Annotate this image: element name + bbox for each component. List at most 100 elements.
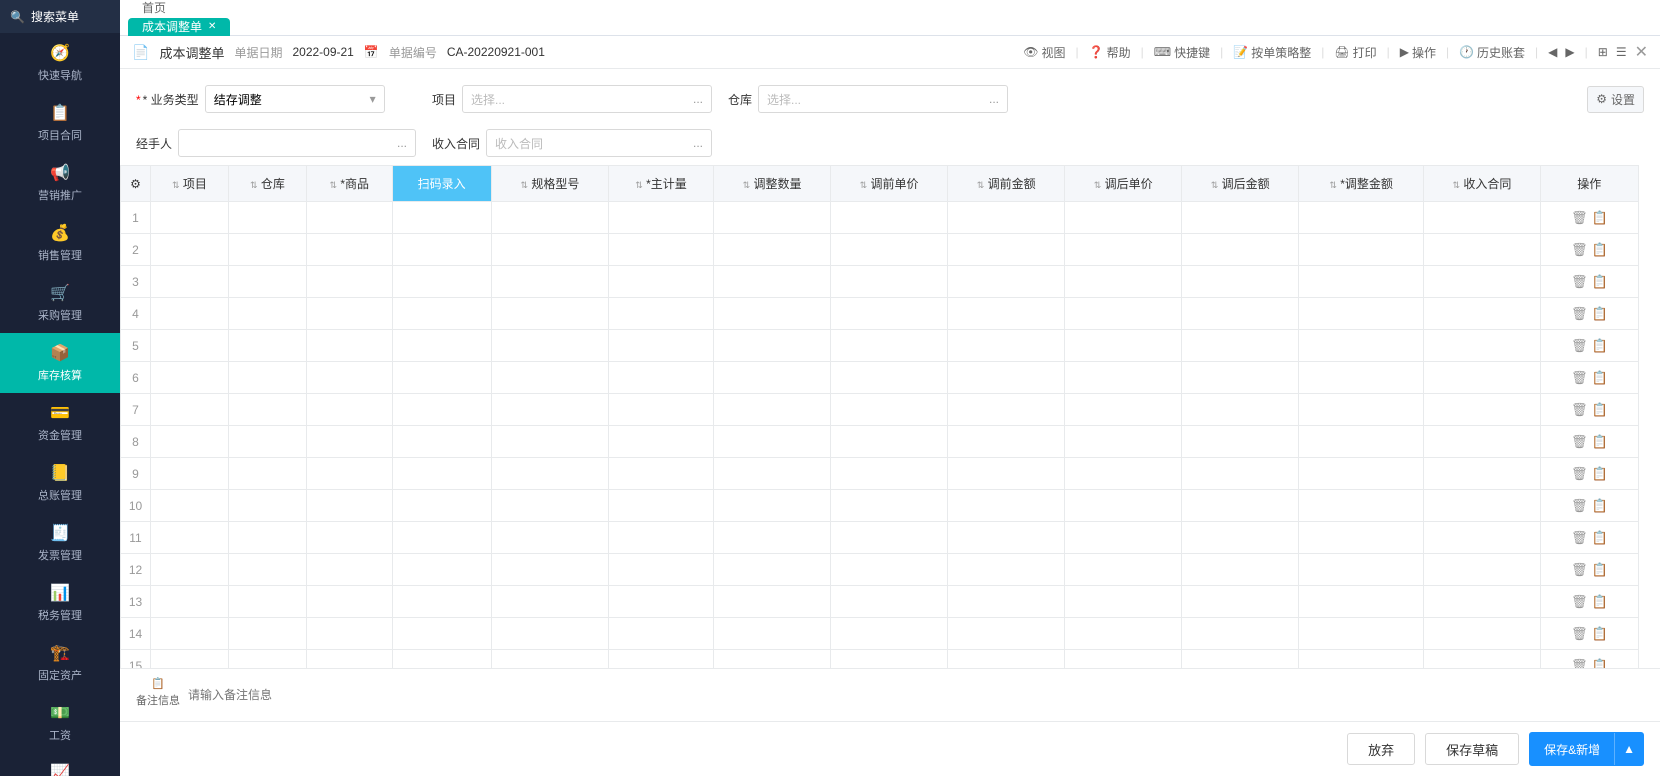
cell-spec[interactable]: [491, 650, 608, 669]
cell-after-price[interactable]: [1065, 298, 1182, 330]
cell-adjust-amount[interactable]: [1299, 234, 1424, 266]
copy-icon[interactable]: 📋: [1591, 242, 1607, 258]
cell-adjust-amount[interactable]: [1299, 394, 1424, 426]
sidebar-item-project-contract[interactable]: 📋项目合同: [0, 93, 120, 153]
cell-after-price[interactable]: [1065, 266, 1182, 298]
copy-icon[interactable]: 📋: [1591, 498, 1607, 514]
cell-warehouse[interactable]: [228, 426, 306, 458]
cell-project[interactable]: [151, 554, 229, 586]
delete-icon[interactable]: 🗑: [1571, 306, 1588, 322]
sort-icon[interactable]: ⇅: [1329, 180, 1337, 190]
delete-icon[interactable]: 🗑: [1571, 562, 1588, 578]
delete-icon[interactable]: 🗑: [1571, 274, 1588, 290]
cell-product[interactable]: [306, 362, 392, 394]
cell-adjust-qty[interactable]: [714, 426, 831, 458]
cell-adjust-qty[interactable]: [714, 298, 831, 330]
cell-income-contract[interactable]: [1423, 426, 1540, 458]
cell-scan[interactable]: [392, 330, 491, 362]
cell-warehouse[interactable]: [228, 202, 306, 234]
sidebar-item-salary[interactable]: 💵工资: [0, 693, 120, 753]
sort-icon[interactable]: ⇅: [520, 180, 528, 190]
copy-icon[interactable]: 📋: [1591, 626, 1607, 642]
action-btn[interactable]: ▶ 操作: [1400, 44, 1436, 61]
sidebar-item-purchase-mgmt[interactable]: 🛒采购管理: [0, 273, 120, 333]
cell-product[interactable]: [306, 522, 392, 554]
cell-product[interactable]: [306, 426, 392, 458]
copy-icon[interactable]: 📋: [1591, 594, 1607, 610]
cell-product[interactable]: [306, 618, 392, 650]
tab-close-btn[interactable]: ✕: [208, 21, 216, 32]
cell-after-amount[interactable]: [1182, 490, 1299, 522]
cell-before-amount[interactable]: [948, 298, 1065, 330]
batch-btn[interactable]: 📝 按单策略整: [1233, 44, 1311, 61]
cell-spec[interactable]: [491, 458, 608, 490]
cell-adjust-amount[interactable]: [1299, 522, 1424, 554]
cell-before-price[interactable]: [831, 266, 948, 298]
cell-adjust-amount[interactable]: [1299, 362, 1424, 394]
cell-adjust-qty[interactable]: [714, 202, 831, 234]
sidebar-item-quick-nav[interactable]: 🧭快速导航: [0, 33, 120, 93]
sidebar-item-invoice-mgmt[interactable]: 🧾发票管理: [0, 513, 120, 573]
cell-before-amount[interactable]: [948, 330, 1065, 362]
cell-before-amount[interactable]: [948, 458, 1065, 490]
income-contract-input[interactable]: 收入合同 ...: [486, 129, 712, 157]
handler-input[interactable]: ...: [178, 129, 416, 157]
cell-warehouse[interactable]: [228, 522, 306, 554]
cell-adjust-qty[interactable]: [714, 458, 831, 490]
cell-project[interactable]: [151, 650, 229, 669]
cell-scan[interactable]: [392, 266, 491, 298]
sort-icon[interactable]: ⇅: [172, 180, 180, 190]
cell-after-price[interactable]: [1065, 458, 1182, 490]
cell-income-contract[interactable]: [1423, 330, 1540, 362]
cell-unit[interactable]: [608, 586, 713, 618]
tab-home[interactable]: 首页: [128, 0, 230, 18]
copy-icon[interactable]: 📋: [1591, 658, 1607, 669]
delete-icon[interactable]: 🗑: [1571, 594, 1588, 610]
cell-income-contract[interactable]: [1423, 202, 1540, 234]
sort-icon[interactable]: ⇅: [250, 180, 258, 190]
cell-adjust-qty[interactable]: [714, 618, 831, 650]
cell-before-price[interactable]: [831, 298, 948, 330]
cell-before-price[interactable]: [831, 394, 948, 426]
shortcut-btn[interactable]: ⌨ 快捷键: [1154, 44, 1210, 61]
cell-project[interactable]: [151, 362, 229, 394]
cell-adjust-qty[interactable]: [714, 266, 831, 298]
cell-after-price[interactable]: [1065, 330, 1182, 362]
cell-spec[interactable]: [491, 522, 608, 554]
cell-adjust-qty[interactable]: [714, 586, 831, 618]
cell-adjust-qty[interactable]: [714, 650, 831, 669]
delete-icon[interactable]: 🗑: [1571, 466, 1588, 482]
delete-icon[interactable]: 🗑: [1571, 658, 1588, 669]
cell-after-amount[interactable]: [1182, 202, 1299, 234]
cell-spec[interactable]: [491, 330, 608, 362]
cell-product[interactable]: [306, 394, 392, 426]
doc-date-edit-icon[interactable]: 📅: [364, 45, 379, 59]
cell-spec[interactable]: [491, 202, 608, 234]
cell-after-price[interactable]: [1065, 618, 1182, 650]
cell-warehouse[interactable]: [228, 650, 306, 669]
copy-icon[interactable]: 📋: [1591, 530, 1607, 546]
print-btn[interactable]: 🖨 打印: [1334, 44, 1376, 61]
cell-scan[interactable]: [392, 554, 491, 586]
settings-col-icon[interactable]: ⚙: [130, 177, 141, 191]
cell-project[interactable]: [151, 202, 229, 234]
settings-btn[interactable]: ⚙ 设置: [1587, 86, 1644, 113]
cell-project[interactable]: [151, 426, 229, 458]
save-new-main[interactable]: 保存&新增: [1530, 733, 1615, 765]
sidebar-item-tax-mgmt[interactable]: 📊税务管理: [0, 573, 120, 633]
cell-adjust-amount[interactable]: [1299, 554, 1424, 586]
cell-before-amount[interactable]: [948, 618, 1065, 650]
cell-after-amount[interactable]: [1182, 458, 1299, 490]
copy-icon[interactable]: 📋: [1591, 370, 1607, 386]
cell-scan[interactable]: [392, 650, 491, 669]
cell-before-price[interactable]: [831, 618, 948, 650]
cell-unit[interactable]: [608, 394, 713, 426]
cell-scan[interactable]: [392, 298, 491, 330]
cell-after-price[interactable]: [1065, 362, 1182, 394]
cell-before-price[interactable]: [831, 586, 948, 618]
cell-after-price[interactable]: [1065, 426, 1182, 458]
cell-after-amount[interactable]: [1182, 394, 1299, 426]
cell-spec[interactable]: [491, 618, 608, 650]
cell-scan[interactable]: [392, 394, 491, 426]
cell-before-amount[interactable]: [948, 522, 1065, 554]
